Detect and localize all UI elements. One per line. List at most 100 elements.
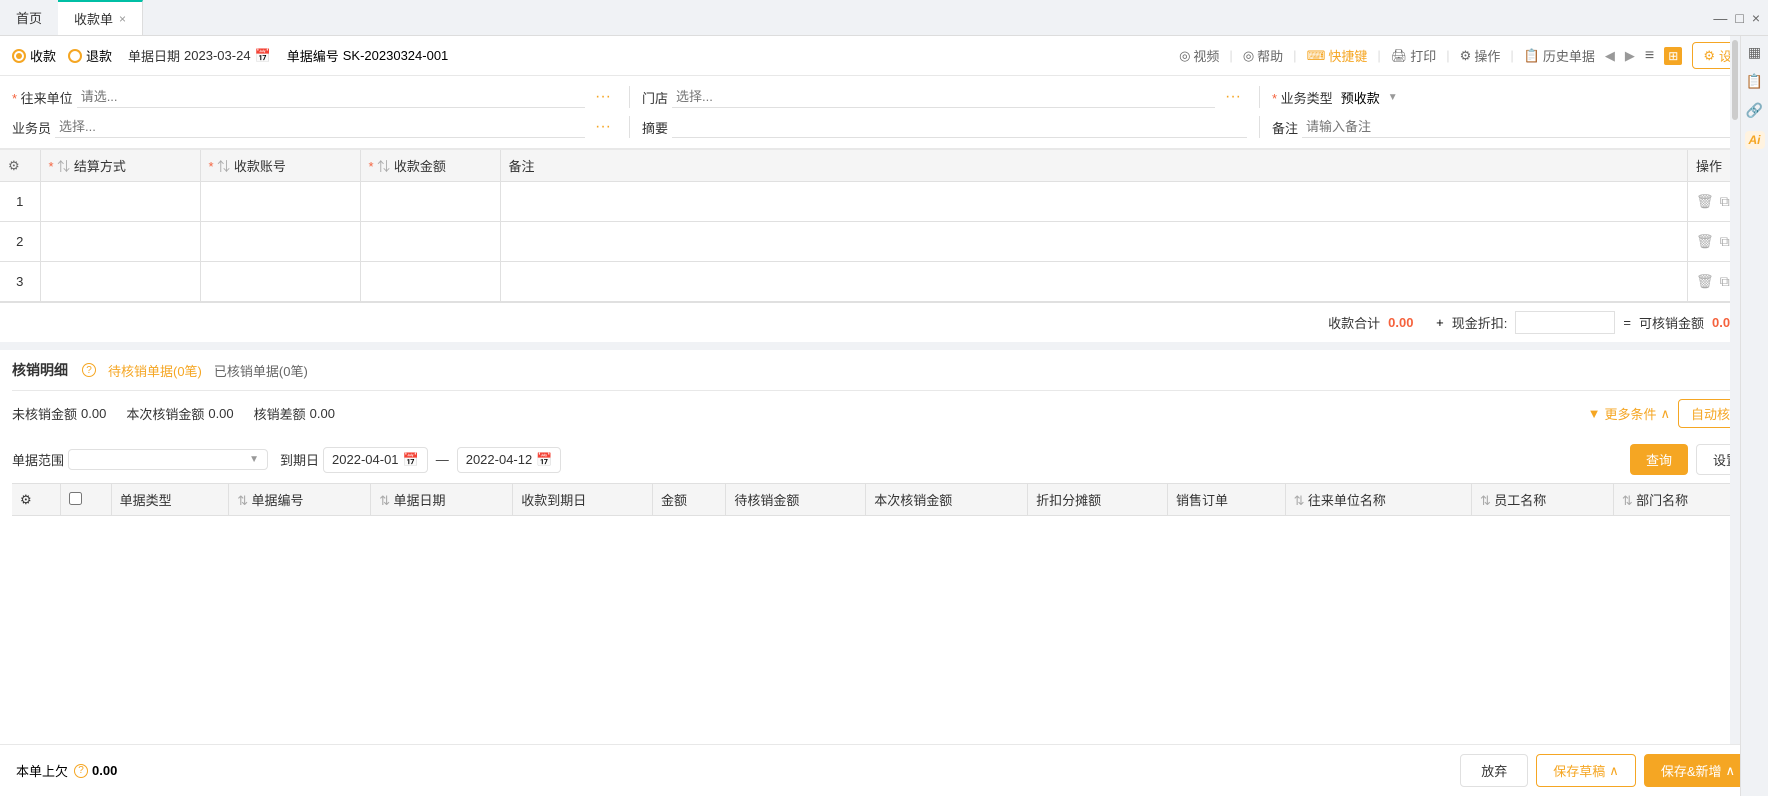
tab-close-icon[interactable]: × (119, 12, 126, 26)
table-gear-icon[interactable]: ⚙ (8, 158, 20, 173)
th-note: 备注 (500, 150, 1688, 182)
row-jiesuan-2[interactable] (40, 222, 200, 262)
delete-icon-3[interactable]: 🗑 (1696, 273, 1714, 290)
discount-input[interactable] (1515, 311, 1615, 334)
row-note-3[interactable] (500, 262, 1688, 302)
table-row: 2 🗑 ⧉ (0, 222, 1768, 262)
prev-info-icon[interactable]: ? (74, 764, 88, 778)
biz-chevron-icon[interactable]: ▼ (1388, 92, 1398, 103)
menu-icon[interactable]: ≡ (1645, 47, 1654, 65)
date-to-input[interactable]: 2022-04-12 📅 (457, 447, 562, 473)
staff-more-icon[interactable]: ··· (589, 118, 617, 136)
th-note-label: 备注 (509, 159, 535, 174)
nav-left-btn[interactable]: ◀ (1605, 48, 1615, 64)
staff-input[interactable] (55, 116, 585, 138)
bth-amount: 金额 (653, 484, 726, 516)
row-jiesuan-3[interactable] (40, 262, 200, 302)
help-btn[interactable]: ◎ 帮助 (1243, 46, 1283, 65)
radio-shoukuan[interactable]: 收款 (12, 46, 56, 65)
bth-unit-label: 往来单位名称 (1308, 493, 1386, 508)
unit-more-icon[interactable]: ··· (589, 88, 617, 106)
date-from-input[interactable]: 2022-04-01 📅 (323, 447, 428, 473)
hexiao-info-icon[interactable]: ? (82, 363, 96, 377)
hexiao-tab-pending[interactable]: 待核销单据(0笔) (108, 361, 202, 380)
store-more-icon[interactable]: ··· (1219, 88, 1247, 106)
abandon-btn[interactable]: 放弃 (1460, 754, 1528, 787)
copy-icon-2[interactable]: ⧉ (1720, 233, 1730, 250)
sidebar-ai-icon[interactable]: Ai (1745, 131, 1765, 149)
unit-field: 往来单位 ··· (12, 86, 617, 108)
row-account-3[interactable] (200, 262, 360, 302)
row-note-2[interactable] (500, 222, 1688, 262)
bth-num: ⇅ 单据编号 (229, 484, 371, 516)
window-min-btn[interactable]: — (1713, 10, 1727, 26)
grid-icon[interactable]: ⊞ (1664, 47, 1682, 65)
sort-icon-bth: ⇅ (237, 493, 248, 508)
tab-home[interactable]: 首页 (0, 0, 58, 35)
current-label: 本次核销金额 (126, 404, 204, 423)
summary-input[interactable] (672, 116, 1247, 138)
bth-settings[interactable]: ⚙ (12, 484, 60, 516)
row-account-2[interactable] (200, 222, 360, 262)
row-amount-2[interactable] (360, 222, 500, 262)
delete-icon-2[interactable]: 🗑 (1696, 233, 1714, 250)
store-input[interactable] (672, 86, 1215, 108)
range-field: 单据范围 ▼ (12, 449, 268, 470)
radio-dot-shoukuan (12, 49, 26, 63)
row-amount-1[interactable] (360, 182, 500, 222)
bth-discount-label: 折扣分摊额 (1036, 493, 1101, 508)
th-amount-label: 收款金额 (394, 159, 446, 174)
prev-val: 0.00 (92, 763, 117, 778)
row-jiesuan-1[interactable] (40, 182, 200, 222)
sidebar-list-icon[interactable]: 📋 (1746, 73, 1763, 90)
date-to-value: 2022-04-12 (466, 452, 533, 467)
range-label: 单据范围 (12, 450, 64, 469)
copy-icon-3[interactable]: ⧉ (1720, 273, 1730, 290)
bth-due-label: 收款到期日 (521, 493, 586, 508)
date-field: 单据日期 2023-03-24 📅 (128, 46, 271, 65)
scrollbar-thumb[interactable] (1732, 40, 1738, 120)
note-input[interactable] (1302, 116, 1756, 138)
row-amount-3[interactable] (360, 262, 500, 302)
history-btn[interactable]: 📋 历史单据 (1524, 46, 1595, 65)
calendar-icon[interactable]: 📅 (255, 48, 271, 64)
hexiao-tab-done[interactable]: 已核销单据(0笔) (214, 361, 308, 380)
copy-icon-1[interactable]: ⧉ (1720, 193, 1730, 210)
window-controls: — □ × (1713, 10, 1768, 26)
bth-type: 单据类型 (111, 484, 229, 516)
shortcut-btn[interactable]: ⌨ 快捷键 (1307, 46, 1368, 65)
th-action-label: 操作 (1696, 159, 1722, 174)
date-value[interactable]: 2023-03-24 (184, 48, 251, 63)
unit-input[interactable] (77, 86, 585, 108)
bth-due: 收款到期日 (513, 484, 653, 516)
print-btn[interactable]: 🖨 打印 (1391, 46, 1437, 65)
sidebar-table-icon[interactable]: ▦ (1748, 44, 1761, 61)
save-new-btn[interactable]: 保存&新增 ∧ (1644, 754, 1752, 787)
help-icon: ◎ (1243, 48, 1254, 64)
window-close-btn[interactable]: × (1752, 10, 1760, 26)
video-icon: ◎ (1179, 48, 1190, 64)
radio-tuikuan[interactable]: 退款 (68, 46, 112, 65)
bth-staff: ⇅ 员工名称 (1471, 484, 1613, 516)
bth-gear-icon[interactable]: ⚙ (20, 492, 32, 507)
video-btn[interactable]: ◎ 视频 (1179, 46, 1219, 65)
select-all-checkbox[interactable] (69, 492, 82, 505)
delete-icon-1[interactable]: 🗑 (1696, 193, 1714, 210)
row-account-1[interactable] (200, 182, 360, 222)
more-filter-btn[interactable]: ▼ 更多条件 ∧ (1588, 404, 1670, 423)
sort-icon3: ⇅ (377, 159, 390, 174)
tab-active[interactable]: 收款单 × (58, 0, 143, 35)
draft-btn[interactable]: 保存草稿 ∧ (1536, 754, 1636, 787)
nav-right-btn[interactable]: ▶ (1625, 48, 1635, 64)
operation-btn[interactable]: ⚙ 操作 (1460, 46, 1501, 65)
row-note-1[interactable] (500, 182, 1688, 222)
query-btn[interactable]: 查询 (1630, 444, 1688, 475)
range-select[interactable]: ▼ (68, 449, 268, 470)
biz-value: 预收款 (1337, 88, 1384, 107)
window-max-btn[interactable]: □ (1735, 10, 1743, 26)
table-settings-header[interactable]: ⚙ (0, 150, 40, 182)
sidebar-link-icon[interactable]: 🔗 (1746, 102, 1763, 119)
biz-field: 业务类型 预收款 ▼ (1272, 88, 1756, 107)
bth-checkbox[interactable] (60, 484, 111, 516)
scrollbar[interactable] (1730, 36, 1740, 744)
